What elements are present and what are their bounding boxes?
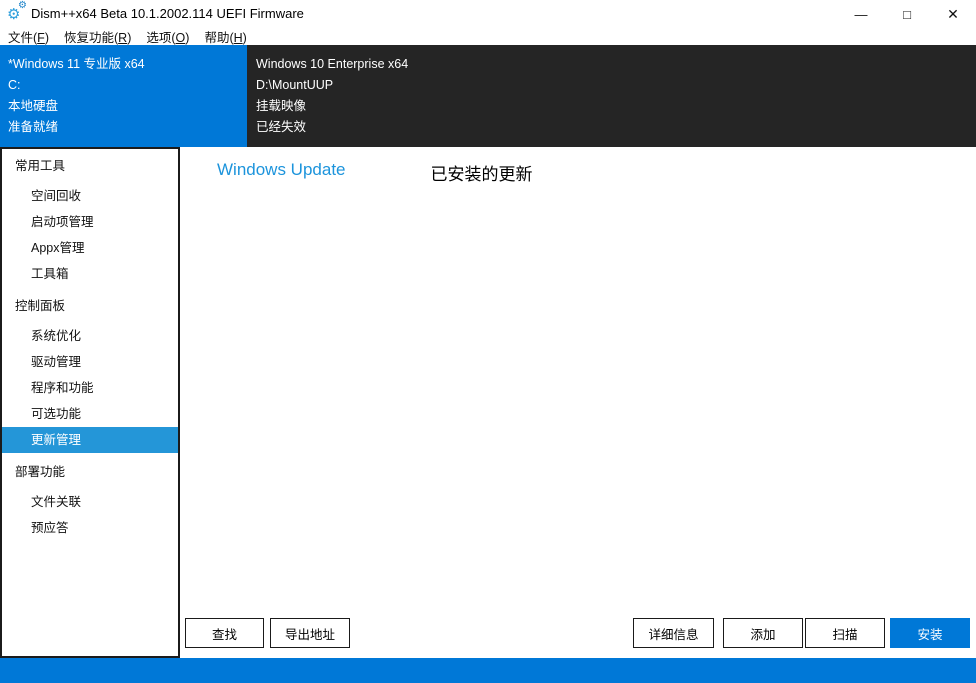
close-button[interactable]: ✕ [930, 0, 976, 28]
mounted-image-panel[interactable]: Windows 10 Enterprise x64 D:\MountUUP 挂载… [247, 45, 976, 147]
minimize-button[interactable]: — [838, 0, 884, 28]
install-button[interactable]: 安装 [890, 618, 970, 648]
app-window: ⚙ ⚙ Dism++x64 Beta 10.1.2002.114 UEFI Fi… [0, 0, 976, 683]
sidebar-section-control-panel: 控制面板 [2, 293, 178, 319]
host-type-label: 本地硬盘 [8, 96, 247, 117]
sidebar-item-unattend-answer[interactable]: 预应答 [2, 515, 178, 541]
host-status-label: 准备就绪 [8, 117, 247, 138]
sidebar-item-programs-and-features[interactable]: 程序和功能 [2, 375, 178, 401]
menu-file[interactable]: 文件(F) [8, 27, 49, 46]
details-button[interactable]: 详细信息 [633, 618, 714, 648]
tab-installed-updates[interactable]: 已安装的更新 [431, 160, 533, 185]
sidebar-item-appx-manager[interactable]: Appx管理 [2, 235, 178, 261]
gear-icon: ⚙ [18, 1, 27, 11]
scan-button[interactable]: 扫描 [805, 618, 885, 648]
menu-help[interactable]: 帮助(H) [204, 27, 246, 46]
host-system-panel[interactable]: *Windows 11 专业版 x64 C: 本地硬盘 准备就绪 [0, 45, 247, 147]
status-bar [0, 658, 976, 683]
sidebar-item-startup-manager[interactable]: 启动项管理 [2, 209, 178, 235]
menu-recovery[interactable]: 恢复功能(R) [64, 27, 131, 46]
maximize-button[interactable]: □ [884, 0, 930, 28]
host-os-label: *Windows 11 专业版 x64 [8, 54, 247, 75]
image-status-label: 已经失效 [256, 117, 976, 138]
app-gears-icon: ⚙ ⚙ [7, 2, 31, 26]
sidebar-section-deployment: 部署功能 [2, 459, 178, 485]
window-controls: — □ ✕ [838, 0, 976, 28]
image-type-label: 挂载映像 [256, 96, 976, 117]
image-os-label: Windows 10 Enterprise x64 [256, 54, 976, 75]
sidebar-item-system-optimization[interactable]: 系统优化 [2, 323, 178, 349]
sidebar-item-driver-manager[interactable]: 驱动管理 [2, 349, 178, 375]
update-manager-tabs: Windows Update 已安装的更新 [217, 160, 533, 185]
host-drive-label: C: [8, 75, 247, 96]
add-button[interactable]: 添加 [723, 618, 803, 648]
sidebar-item-toolbox[interactable]: 工具箱 [2, 261, 178, 287]
image-selector-header: *Windows 11 专业版 x64 C: 本地硬盘 准备就绪 Windows… [0, 45, 976, 147]
sidebar-item-update-manager[interactable]: 更新管理 [2, 427, 178, 453]
sidebar-section-common-tools: 常用工具 [2, 153, 178, 179]
sidebar-item-space-reclaim[interactable]: 空间回收 [2, 183, 178, 209]
window-title: Dism++x64 Beta 10.1.2002.114 UEFI Firmwa… [31, 6, 304, 21]
tab-windows-update[interactable]: Windows Update [217, 160, 346, 185]
menu-options[interactable]: 选项(O) [146, 27, 189, 46]
menu-bar: 文件(F) 恢复功能(R) 选项(O) 帮助(H) [0, 28, 976, 45]
title-bar: ⚙ ⚙ Dism++x64 Beta 10.1.2002.114 UEFI Fi… [0, 0, 976, 28]
find-button[interactable]: 查找 [185, 618, 264, 648]
image-path-label: D:\MountUUP [256, 75, 976, 96]
sidebar-item-file-association[interactable]: 文件关联 [2, 489, 178, 515]
export-url-button[interactable]: 导出地址 [270, 618, 350, 648]
sidebar-item-optional-features[interactable]: 可选功能 [2, 401, 178, 427]
sidebar: 常用工具 空间回收 启动项管理 Appx管理 工具箱 控制面板 系统优化 驱动管… [0, 147, 180, 658]
